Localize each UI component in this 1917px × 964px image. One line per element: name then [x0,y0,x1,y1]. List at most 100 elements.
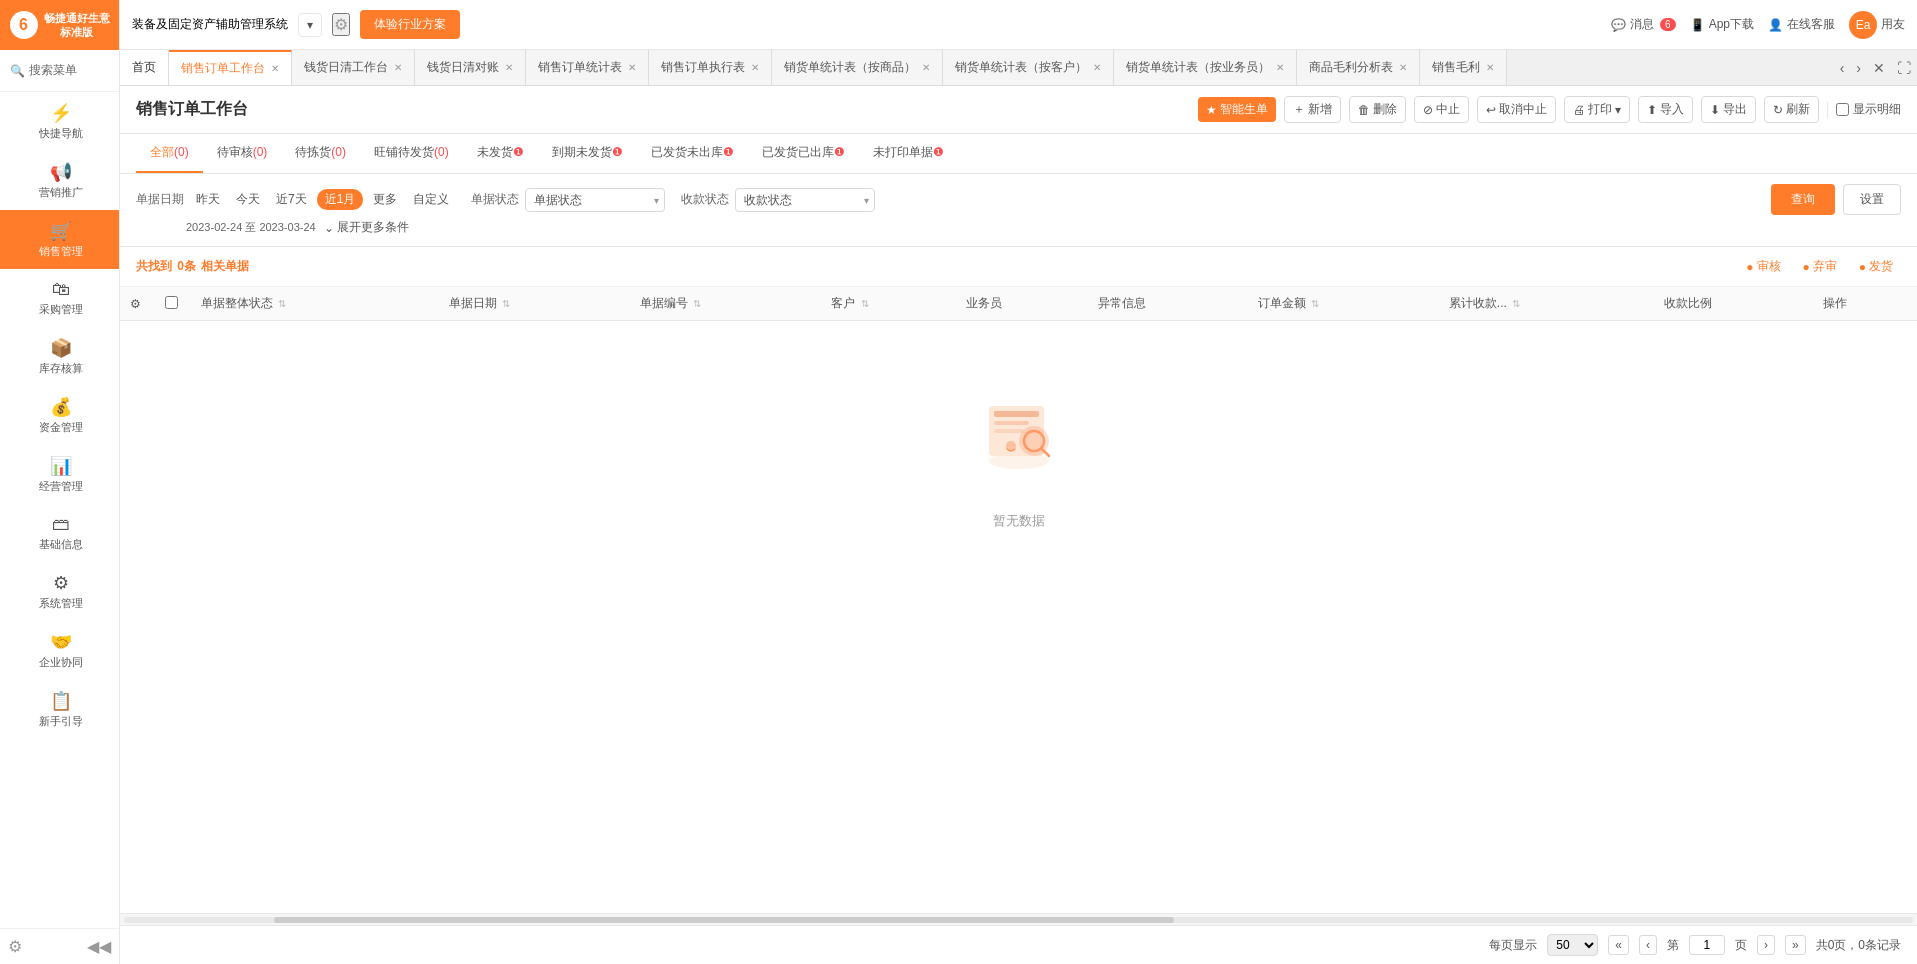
export-button[interactable]: ⬇ 导出 [1701,96,1756,123]
sort-icon[interactable]: ⇅ [861,298,869,309]
last-page-button[interactable]: » [1785,935,1806,955]
sort-icon[interactable]: ⇅ [278,298,286,309]
app-download-button[interactable]: 📱 App下载 [1690,16,1754,33]
sub-tab-shipped-out[interactable]: 已发货已出库❶ [748,134,859,173]
stop-button[interactable]: ⊘ 中止 [1414,96,1469,123]
page-input[interactable] [1689,935,1725,955]
sidebar-item-inventory[interactable]: 📦 库存核算 [0,327,119,386]
tabs-fullscreen-button[interactable]: ⛶ [1891,50,1917,86]
settings-icon[interactable]: ⚙ [130,297,141,311]
date-1month-button[interactable]: 近1月 [317,189,364,210]
sub-tab-pending-pick[interactable]: 待拣货(0) [281,134,360,173]
system-dropdown-button[interactable]: ▾ [298,13,322,37]
industry-solution-button[interactable]: 体验行业方案 [360,10,460,39]
select-all-checkbox[interactable] [165,296,178,309]
tab-close-button[interactable]: ✕ [1486,62,1494,73]
sidebar-item-quick-nav[interactable]: ⚡ 快捷导航 [0,92,119,151]
sidebar-item-marketing[interactable]: 📢 营销推广 [0,151,119,210]
payment-select-wrap: 收款状态 [735,188,875,212]
sub-tab-not-shipped[interactable]: 未发货❶ [463,134,538,173]
tab-sales-customer[interactable]: 销货单统计表（按客户） ✕ [943,50,1114,86]
import-button[interactable]: ⬆ 导入 [1638,96,1693,123]
tab-close-button[interactable]: ✕ [271,63,279,74]
print-button[interactable]: 🖨 打印 ▾ [1564,96,1630,123]
sort-icon[interactable]: ⇅ [1311,298,1319,309]
date-yesterday-button[interactable]: 昨天 [190,189,226,210]
refresh-button[interactable]: ↻ 刷新 [1764,96,1819,123]
sort-icon[interactable]: ⇅ [1512,298,1520,309]
tab-cash-daily[interactable]: 钱货日清工作台 ✕ [292,50,415,86]
expand-filter-button[interactable]: ⌄ 展开更多条件 [324,219,409,236]
per-page-select[interactable]: 10 20 50 100 [1547,934,1598,956]
date-today-button[interactable]: 今天 [230,189,266,210]
horizontal-scrollbar[interactable] [120,913,1917,925]
sidebar-item-system[interactable]: ⚙ 系统管理 [0,562,119,621]
collapse-sidebar-button[interactable]: ◀◀ [87,937,111,956]
date-custom-button[interactable]: 自定义 [407,189,455,210]
audit-button[interactable]: ● 审核 [1738,255,1788,278]
sidebar-item-sales[interactable]: 🛒 销售管理 [0,210,119,269]
topbar-settings-button[interactable]: ⚙ [332,13,350,36]
date-more-button[interactable]: 更多 [367,189,403,210]
tabs-prev-button[interactable]: ‹ [1834,50,1851,86]
date-buttons: 昨天 今天 近7天 近1月 更多 自定义 [190,189,455,210]
delete-button[interactable]: 🗑 删除 [1349,96,1406,123]
tab-close-button[interactable]: ✕ [505,62,513,73]
query-button[interactable]: 查询 [1771,184,1835,215]
show-detail-checkbox-label[interactable]: 显示明细 [1836,101,1901,118]
cancel-audit-button[interactable]: ● 弃审 [1795,255,1845,278]
sidebar-item-ops[interactable]: 📊 经营管理 [0,445,119,504]
show-detail-checkbox[interactable] [1836,103,1849,116]
sidebar-item-basic[interactable]: 🗃 基础信息 [0,504,119,562]
next-page-button[interactable]: › [1757,935,1775,955]
tab-close-button[interactable]: ✕ [628,62,636,73]
payment-select[interactable]: 收款状态 [735,188,875,212]
sort-icon[interactable]: ⇅ [693,298,701,309]
prev-page-button[interactable]: ‹ [1639,935,1657,955]
tabs-next-button[interactable]: › [1850,50,1867,86]
sub-tab-all[interactable]: 全部(0) [136,134,203,173]
user-menu-button[interactable]: Ea 用友 [1849,11,1905,39]
settings-bottom-button[interactable]: ⚙ [8,937,22,956]
tab-close-button[interactable]: ✕ [751,62,759,73]
tab-home[interactable]: 首页 [120,50,169,86]
tab-cash-reconcile[interactable]: 钱货日清对账 ✕ [415,50,526,86]
tab-close-button[interactable]: ✕ [1093,62,1101,73]
status-select[interactable]: 单据状态 [525,188,665,212]
search-menu-button[interactable]: 🔍 搜索菜单 [6,58,113,83]
sub-tab-overdue-ship[interactable]: 到期未发货❶ [538,134,637,173]
tab-gross-analysis[interactable]: 商品毛利分析表 ✕ [1297,50,1420,86]
sidebar-item-corp[interactable]: 🤝 企业协同 [0,621,119,680]
tab-close-button[interactable]: ✕ [922,62,930,73]
sidebar-item-guide[interactable]: 📋 新手引导 [0,680,119,739]
tab-sales-product[interactable]: 销货单统计表（按商品） ✕ [772,50,943,86]
new-button[interactable]: ＋ 新增 [1284,96,1341,123]
set-button[interactable]: 设置 [1843,184,1901,215]
sub-tab-not-printed[interactable]: 未打印单据❶ [859,134,958,173]
tab-sales-staff[interactable]: 销货单统计表（按业务员） ✕ [1114,50,1297,86]
app-icon: 📱 [1690,18,1705,32]
date-7days-button[interactable]: 近7天 [270,189,313,210]
tab-sales-exec[interactable]: 销售订单执行表 ✕ [649,50,772,86]
tab-close-button[interactable]: ✕ [394,62,402,73]
sidebar-item-finance[interactable]: 💰 资金管理 [0,386,119,445]
tab-sales-gross[interactable]: 销售毛利 ✕ [1420,50,1507,86]
ship-button[interactable]: ● 发货 [1851,255,1901,278]
tab-close-button[interactable]: ✕ [1399,62,1407,73]
sort-icon[interactable]: ⇅ [502,298,510,309]
tab-sales-stats[interactable]: 销售订单统计表 ✕ [526,50,649,86]
first-page-button[interactable]: « [1608,935,1629,955]
sub-tab-shipped-not-out[interactable]: 已发货未出库❶ [637,134,748,173]
tab-sales-workbench[interactable]: 销售订单工作台 ✕ [169,50,292,86]
online-service-button[interactable]: 👤 在线客服 [1768,16,1835,33]
message-button[interactable]: 💬 消息 6 [1611,16,1676,33]
scrollbar-thumb[interactable] [274,917,1174,923]
sub-tab-wangpu-ship[interactable]: 旺铺待发货(0) [360,134,463,173]
sub-tab-pending-audit[interactable]: 待审核(0) [203,134,282,173]
tabs-close-button[interactable]: ✕ [1867,50,1891,86]
smart-create-button[interactable]: ★ 智能生单 [1198,97,1276,122]
cancel-stop-button[interactable]: ↩ 取消中止 [1477,96,1556,123]
sidebar-item-purchase[interactable]: 🛍 采购管理 [0,269,119,327]
empty-text: 暂无数据 [993,512,1045,530]
tab-close-button[interactable]: ✕ [1276,62,1284,73]
